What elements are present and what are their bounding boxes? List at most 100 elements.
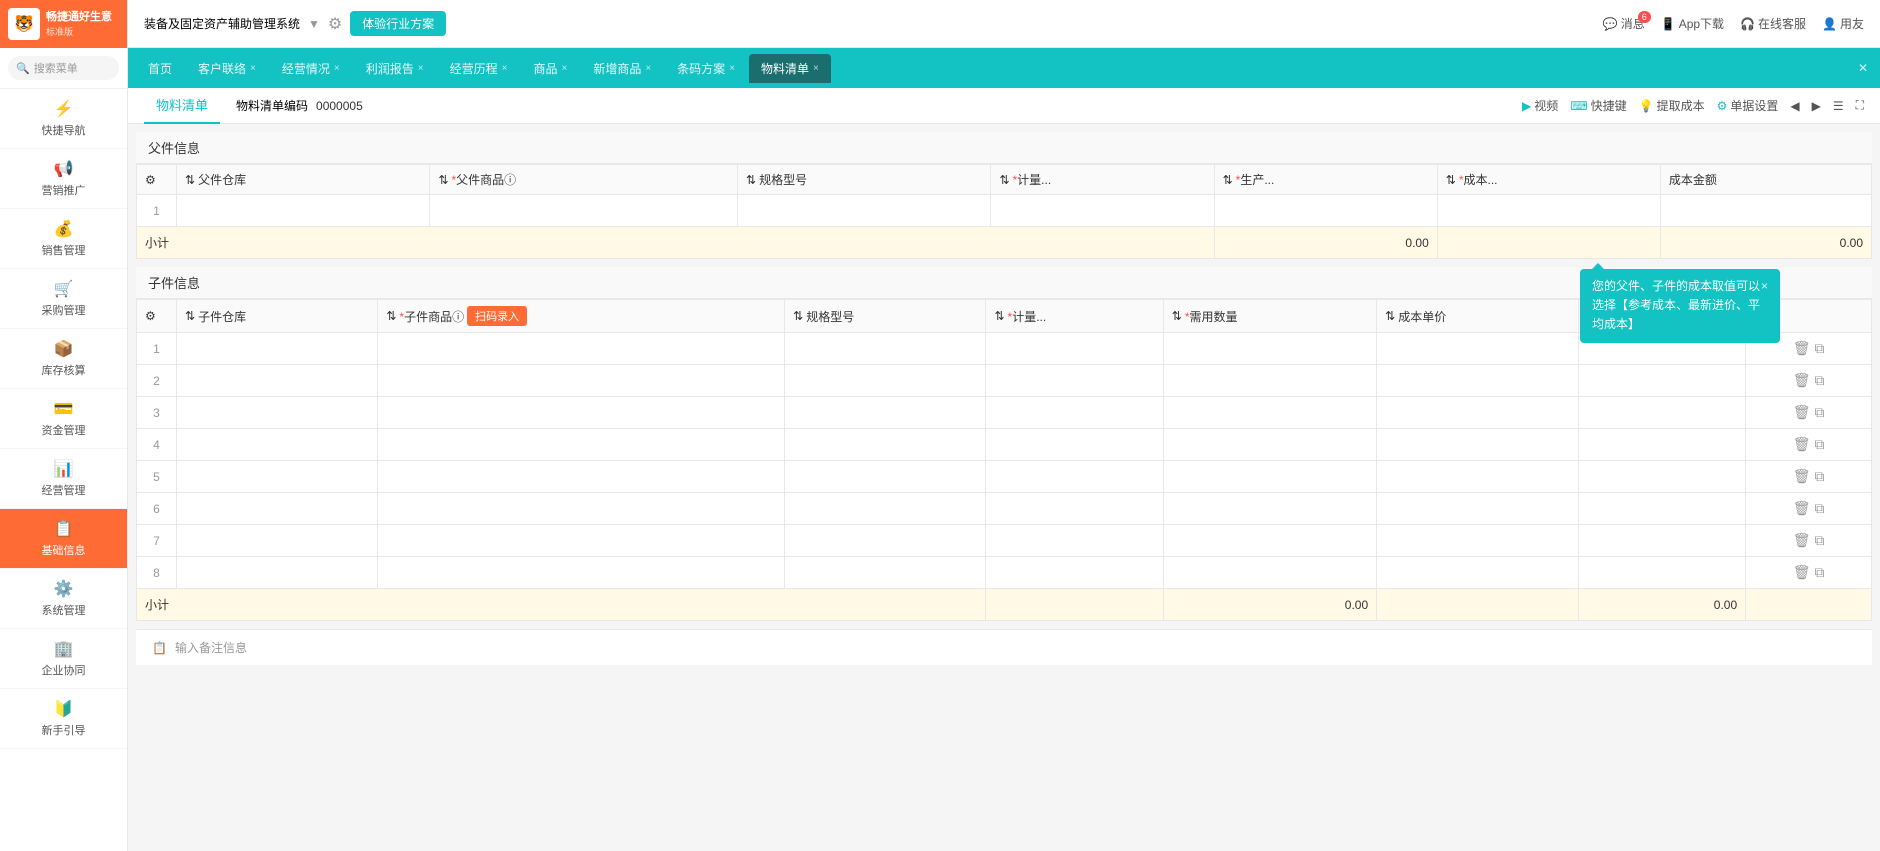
note-text[interactable]: 输入备注信息: [175, 639, 1856, 656]
child-r1-qty[interactable]: [1163, 333, 1376, 365]
tab-home[interactable]: 首页: [136, 54, 184, 83]
child-col-settings[interactable]: ⚙: [137, 300, 177, 333]
delete-icon-r4[interactable]: 🗑: [1793, 436, 1811, 453]
parent-col-warehouse: ⇅父件仓库: [177, 165, 430, 195]
tab-history-close[interactable]: ×: [502, 63, 508, 74]
sidebar-item-sales[interactable]: 💰 销售管理: [0, 209, 127, 269]
child-r1-unitprice[interactable]: [1377, 333, 1578, 365]
tab-operation[interactable]: 经营情况 ×: [270, 54, 352, 83]
child-r2-unitprice[interactable]: [1377, 365, 1578, 397]
delete-icon-r5[interactable]: 🗑: [1793, 468, 1811, 485]
trial-button[interactable]: 体验行业方案: [350, 11, 446, 36]
child-r1-goods[interactable]: [378, 333, 785, 365]
copy-icon-r1[interactable]: ⧉: [1814, 340, 1824, 357]
content-area: × 您的父件、子件的成本取值可以选择【参考成本、最新进价、平均成本】 父件信息 …: [128, 124, 1880, 851]
tab-profit[interactable]: 利润报告 ×: [354, 54, 436, 83]
action-cost[interactable]: 💡 提取成本: [1639, 97, 1705, 114]
delete-icon-r7[interactable]: 🗑: [1793, 532, 1811, 549]
search-button[interactable]: 🔍 搜索菜单: [8, 56, 119, 80]
tab-history[interactable]: 经营历程 ×: [438, 54, 520, 83]
tab-home-label: 首页: [148, 60, 172, 77]
tooltip-close[interactable]: ×: [1761, 277, 1768, 296]
tab-goods-close[interactable]: ×: [561, 63, 567, 74]
sidebar-item-enterprise[interactable]: 🏢 企业协同: [0, 629, 127, 689]
parent-cell-unit[interactable]: [991, 195, 1214, 227]
tab-barcode-close[interactable]: ×: [729, 63, 735, 74]
message-action[interactable]: 💬 6 消息: [1603, 15, 1645, 32]
subtab-bom[interactable]: 物料清单: [144, 87, 220, 124]
tab-bom[interactable]: 物料清单 ×: [749, 54, 831, 83]
tab-operation-close[interactable]: ×: [334, 63, 340, 74]
child-r2-qty[interactable]: [1163, 365, 1376, 397]
child-r2-goods[interactable]: [378, 365, 785, 397]
child-r1-spec[interactable]: [785, 333, 986, 365]
sidebar-item-label: 采购管理: [42, 302, 86, 318]
copy-icon-r2[interactable]: ⧉: [1814, 372, 1824, 389]
tab-bom-close[interactable]: ×: [813, 63, 819, 74]
nav-prev[interactable]: ◀: [1790, 99, 1799, 113]
app-download-action[interactable]: 📱 App下载: [1661, 15, 1724, 32]
dropdown-icon[interactable]: ▼: [308, 17, 320, 31]
parent-cell-warehouse[interactable]: [177, 195, 430, 227]
sidebar-item-marketing[interactable]: 📢 营销推广: [0, 149, 127, 209]
tab-customer-close[interactable]: ×: [250, 63, 256, 74]
parent-col-settings[interactable]: ⚙: [137, 165, 177, 195]
tab-goods[interactable]: 商品 ×: [521, 54, 579, 83]
delete-icon-r3[interactable]: 🗑: [1793, 404, 1811, 421]
sidebar-item-finance[interactable]: 💳 资金管理: [0, 389, 127, 449]
parent-cell-produce[interactable]: [1214, 195, 1437, 227]
copy-icon-r6[interactable]: ⧉: [1814, 500, 1824, 517]
child-r1-warehouse[interactable]: [177, 333, 378, 365]
delete-icon-r2[interactable]: 🗑: [1793, 372, 1811, 389]
child-r2-warehouse[interactable]: [177, 365, 378, 397]
scan-button[interactable]: 扫码录入: [467, 306, 527, 326]
child-r1-unit[interactable]: [986, 333, 1163, 365]
nav-next[interactable]: ▶: [1812, 99, 1821, 113]
full-screen-btn[interactable]: ⛶: [1856, 98, 1864, 113]
message-icon: 💬: [1603, 17, 1618, 31]
cost-icon: 💡: [1639, 99, 1654, 113]
action-view[interactable]: ▶ 视频: [1522, 97, 1558, 114]
sidebar-item-system[interactable]: ⚙️ 系统管理: [0, 569, 127, 629]
parent-cell-spec[interactable]: [738, 195, 991, 227]
tab-history-label: 经营历程: [450, 60, 498, 77]
copy-icon-r7[interactable]: ⧉: [1814, 532, 1824, 549]
action-shortcut[interactable]: ⌨ 快捷键: [1570, 97, 1626, 114]
sidebar-item-operation[interactable]: 📊 经营管理: [0, 449, 127, 509]
child-col-warehouse: ⇅子件仓库: [177, 300, 378, 333]
tab-barcode[interactable]: 条码方案 ×: [665, 54, 747, 83]
child-row-4: 4 🗑 ⧉: [137, 429, 1872, 461]
copy-icon-r3[interactable]: ⧉: [1814, 404, 1824, 421]
copy-icon-r8[interactable]: ⧉: [1814, 564, 1824, 581]
tab-profit-close[interactable]: ×: [418, 63, 424, 74]
sidebar-item-guide[interactable]: 🔰 新手引导: [0, 689, 127, 749]
online-service-action[interactable]: 🎧 在线客服: [1740, 15, 1806, 32]
parent-section-title: 父件信息: [136, 132, 1872, 164]
parent-cell-goods[interactable]: [430, 195, 738, 227]
sidebar-item-quicknav[interactable]: ⚡ 快捷导航: [0, 89, 127, 149]
delete-icon-r1[interactable]: 🗑: [1793, 340, 1811, 357]
copy-icon-r5[interactable]: ⧉: [1814, 468, 1824, 485]
service-label: 在线客服: [1758, 15, 1806, 32]
delete-icon-r8[interactable]: 🗑: [1793, 564, 1811, 581]
shortcut-icon: ⌨: [1570, 99, 1587, 113]
settings-icon[interactable]: ⚙: [328, 14, 342, 34]
parent-subtotal-empty: [1437, 227, 1660, 259]
child-r2-unit[interactable]: [986, 365, 1163, 397]
close-all-tabs[interactable]: ✕: [1854, 57, 1872, 79]
enterprise-icon: 🏢: [54, 639, 74, 659]
list-view-btn[interactable]: ☰: [1833, 99, 1844, 113]
tab-new-goods-close[interactable]: ×: [645, 63, 651, 74]
sidebar-item-basicinfo[interactable]: 📋 基础信息: [0, 509, 127, 569]
tab-new-goods[interactable]: 新增商品 ×: [581, 54, 663, 83]
tab-customer[interactable]: 客户联络 ×: [186, 54, 268, 83]
action-settings[interactable]: ⚙ 单据设置: [1717, 97, 1779, 114]
child-col-unit: ⇅*计量...: [986, 300, 1163, 333]
sidebar-item-inventory[interactable]: 📦 库存核算: [0, 329, 127, 389]
sidebar-item-purchase[interactable]: 🛒 采购管理: [0, 269, 127, 329]
child-r2-spec[interactable]: [785, 365, 986, 397]
parent-cell-cost[interactable]: [1437, 195, 1660, 227]
copy-icon-r4[interactable]: ⧉: [1814, 436, 1824, 453]
user-action[interactable]: 👤 用友: [1822, 15, 1864, 32]
delete-icon-r6[interactable]: 🗑: [1793, 500, 1811, 517]
